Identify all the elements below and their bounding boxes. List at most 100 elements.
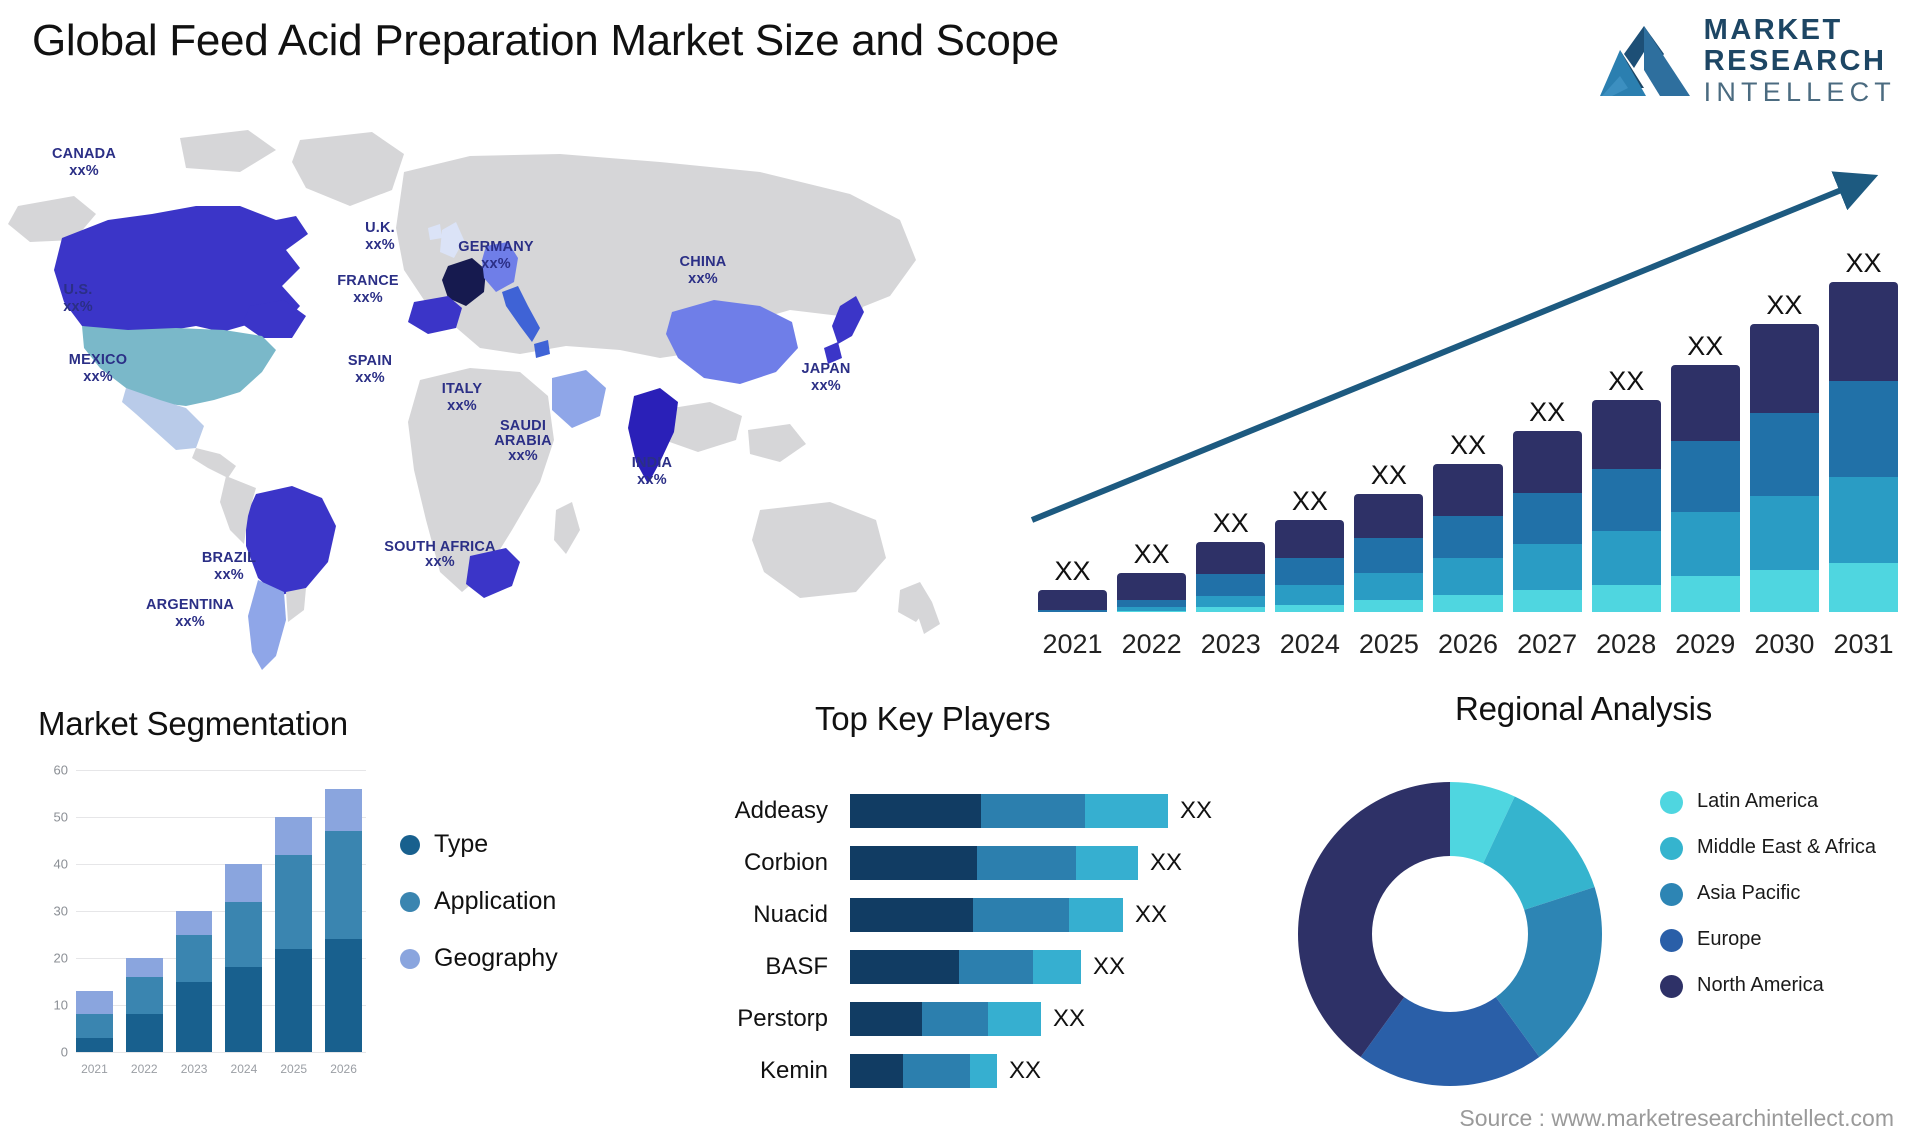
map-label-saudi-arabia: SAUDI ARABIA xx% — [494, 418, 552, 465]
segmentation-bar-segment — [325, 939, 362, 1052]
bar-segment — [1354, 493, 1424, 539]
map-label-france: FRANCE xx% — [337, 273, 399, 306]
forecast-bars: XX XX XX XX XX XX XX XX XX XX XX — [1038, 222, 1899, 612]
segmentation-bar-segment — [125, 1014, 163, 1052]
key-player-value-label: XX — [1093, 953, 1126, 980]
bar-segment — [1117, 572, 1187, 600]
bar-segment — [1670, 576, 1740, 612]
forecast-year-label: 2031 — [1833, 629, 1894, 659]
bar-segment — [1670, 440, 1740, 513]
map-label-brazil: BRAZIL xx% — [201, 550, 257, 583]
legend-color-swatch — [400, 891, 420, 912]
regional-legend-item[interactable]: North America — [1660, 974, 1876, 998]
legend-color-swatch — [1660, 929, 1683, 952]
map-label-canada: CANADA xx% — [51, 146, 117, 179]
key-player-bar-segment — [850, 846, 977, 880]
forecast-bar-column: XX — [1433, 222, 1503, 612]
segmentation-bar-stack — [225, 864, 263, 1052]
segmentation-bar-segment — [175, 934, 213, 982]
bar-value-label: XX — [1133, 538, 1170, 569]
gridline: 0 — [61, 1045, 366, 1060]
bar-stack — [1275, 519, 1345, 612]
legend-label: Europe — [1697, 928, 1762, 950]
bar-value-label: XX — [1687, 330, 1724, 361]
bar-segment — [1196, 541, 1266, 574]
bar-segment — [1433, 515, 1503, 558]
bar-segment — [1038, 589, 1108, 610]
market-segmentation-chart: 60 50 40 30 20 10 0 2021 2022 2023 2024 2025 2026 — [36, 760, 366, 1090]
bar-value-label: XX — [1845, 248, 1882, 278]
regional-legend-item[interactable]: Latin America — [1660, 790, 1876, 814]
key-player-row: Perstorp XX — [640, 994, 1300, 1044]
key-player-value-label: XX — [1009, 1057, 1042, 1084]
bar-segment — [1433, 594, 1503, 612]
key-player-bar-segment — [970, 1054, 997, 1088]
bar-segment — [1512, 589, 1582, 612]
segmentation-bar-column — [175, 770, 213, 1052]
forecast-bar-column: XX — [1512, 222, 1582, 612]
logo-line-3: INTELLECT — [1703, 77, 1896, 107]
bar-segment — [1117, 610, 1187, 612]
segmentation-bar-column — [125, 770, 163, 1052]
bar-segment — [1275, 604, 1345, 612]
regional-legend-item[interactable]: Asia Pacific — [1660, 882, 1876, 906]
key-player-bar-segment — [850, 898, 973, 932]
segmentation-bar-segment — [325, 831, 362, 940]
regional-legend-item[interactable]: Middle East & Africa — [1660, 836, 1876, 860]
bar-value-label: XX — [1608, 366, 1645, 397]
key-player-name: Addeasy — [734, 797, 828, 824]
key-player-bar — [850, 950, 1081, 984]
segmentation-bar-segment — [76, 1014, 113, 1038]
forecast-year-axis: 2021 2022 2023 2024 2025 2026 2027 2028 2029 2030… — [1038, 629, 1898, 660]
key-player-bar-segment — [850, 794, 981, 828]
segmentation-bar-column — [325, 770, 362, 1052]
bar-segment — [1512, 431, 1582, 493]
bar-segment — [1275, 584, 1345, 605]
segmentation-bar-stack — [125, 958, 163, 1052]
y-axis-tick: 40 — [53, 856, 68, 872]
segmentation-legend-item[interactable]: Geography — [400, 944, 558, 973]
key-player-bar — [850, 898, 1123, 932]
key-player-name: Perstorp — [737, 1005, 828, 1032]
forecast-year-label: 2029 — [1675, 629, 1736, 659]
regional-analysis-title: Regional Analysis — [1455, 690, 1713, 727]
legend-color-swatch — [1660, 975, 1683, 998]
bar-segment — [1591, 400, 1661, 470]
forecast-bar-column: XX — [1354, 222, 1424, 612]
legend-color-swatch — [400, 834, 420, 855]
forecast-year-label: 2021 — [1042, 629, 1103, 659]
key-player-row: Addeasy XX — [640, 786, 1300, 836]
segmentation-bar-segment — [225, 864, 263, 902]
forecast-bar-column: XX — [1275, 222, 1345, 612]
key-player-value-label: XX — [1053, 1005, 1086, 1032]
segmentation-legend-item[interactable]: Type — [400, 830, 558, 859]
y-axis-tick: 50 — [53, 809, 68, 825]
key-player-row: BASF XX — [640, 942, 1300, 992]
segmentation-bar-segment — [76, 1037, 113, 1052]
y-axis-tick: 60 — [53, 762, 68, 778]
bar-value-label: XX — [1054, 555, 1091, 586]
key-player-value-label: XX — [1135, 901, 1168, 928]
key-player-bar-segment — [850, 950, 959, 984]
bar-segment — [1117, 599, 1187, 608]
legend-label: Application — [434, 887, 557, 915]
segmentation-legend-item[interactable]: Application — [400, 887, 558, 916]
bar-segment — [1433, 464, 1503, 516]
segmentation-bar-segment — [225, 967, 263, 1052]
key-player-bar — [850, 1002, 1041, 1036]
map-label-china: CHINA xx% — [679, 254, 727, 287]
bar-segment — [1591, 584, 1661, 612]
regional-legend-item[interactable]: Europe — [1660, 928, 1876, 952]
bar-value-label: XX — [1291, 485, 1328, 516]
market-segmentation-title: Market Segmentation — [38, 705, 348, 742]
key-player-bar-segment — [850, 1054, 903, 1088]
bar-segment — [1828, 380, 1899, 477]
segmentation-x-label: 2025 — [280, 1062, 308, 1076]
bar-segment — [1275, 519, 1345, 558]
bar-stack — [1433, 464, 1503, 612]
forecast-bar-column: XX — [1828, 222, 1899, 612]
bar-segment — [1196, 573, 1266, 596]
forecast-bar-column: XX — [1670, 222, 1740, 612]
infographic-root: Global Feed Acid Preparation Market Size… — [0, 0, 1920, 1146]
bar-segment — [1354, 599, 1424, 612]
